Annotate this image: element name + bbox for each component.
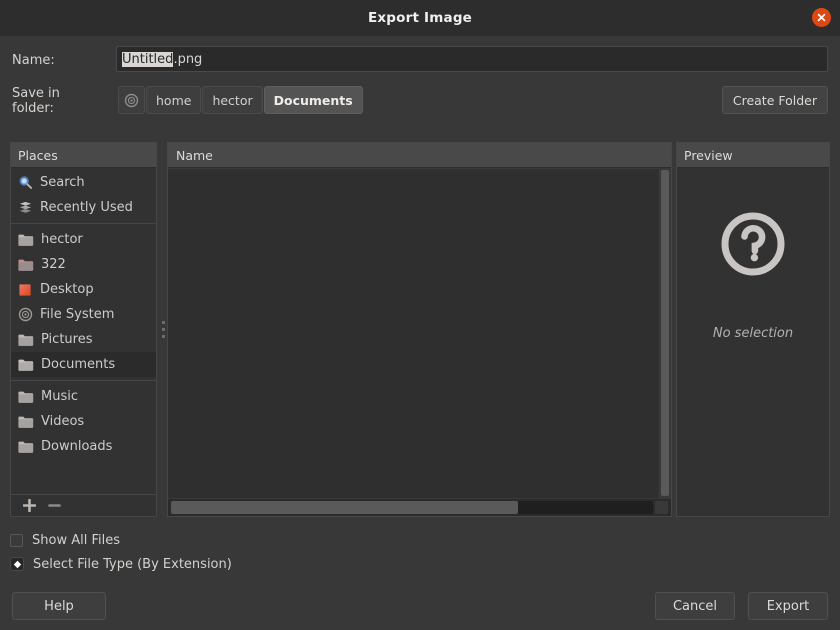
sidebar-item-recently-used[interactable]: Recently Used — [11, 195, 156, 220]
places-header: Places — [11, 143, 156, 168]
file-list-header: Name — [168, 143, 671, 168]
show-all-files-checkbox[interactable] — [10, 533, 23, 547]
sidebar-item-file-system[interactable]: File System — [11, 302, 156, 327]
plus-icon — [23, 499, 36, 512]
breadcrumb-item-documents[interactable]: Documents — [263, 86, 363, 114]
sidebar-label: Downloads — [41, 439, 113, 454]
sidebar-label: Search — [40, 175, 85, 190]
sidebar-label: Videos — [41, 414, 85, 429]
column-header-name[interactable]: Name — [168, 148, 671, 163]
folder-icon — [18, 416, 34, 428]
sidebar-label: Desktop — [40, 282, 94, 297]
select-file-type-row[interactable]: Select File Type (By Extension) — [10, 552, 232, 576]
dialog-body: Name: Untitled .png Save in folder: home … — [0, 36, 840, 630]
folder-red-icon — [18, 259, 34, 271]
places-footer — [11, 494, 156, 516]
file-list-pane: Name — [167, 142, 672, 517]
sidebar-item-desktop[interactable]: Desktop — [11, 277, 156, 302]
sidebar-label: 322 — [41, 257, 66, 272]
breadcrumb-item-home[interactable]: home — [146, 86, 202, 114]
sidebar-item-documents[interactable]: Documents — [11, 352, 156, 377]
filename-rest-text: .png — [173, 51, 203, 67]
folder-icon — [18, 334, 34, 346]
search-icon — [19, 176, 33, 189]
select-file-type-label: Select File Type (By Extension) — [33, 556, 232, 572]
show-all-files-row[interactable]: Show All Files — [10, 528, 232, 552]
sidebar-label: Music — [41, 389, 78, 404]
breadcrumb: home hector Documents — [118, 86, 363, 114]
sidebar-item-322[interactable]: 322 — [11, 252, 156, 277]
recent-icon — [19, 201, 32, 213]
sidebar-item-hector[interactable]: hector — [11, 227, 156, 252]
sidebar-label: Documents — [41, 357, 116, 372]
file-list-body — [168, 168, 671, 498]
sidebar-label: Recently Used — [40, 200, 133, 215]
places-separator — [11, 223, 156, 224]
sidebar-item-pictures[interactable]: Pictures — [11, 327, 156, 352]
name-label: Name: — [12, 52, 55, 68]
desktop-icon — [19, 283, 31, 296]
name-row: Name: Untitled .png — [0, 46, 840, 74]
add-bookmark-button[interactable] — [23, 499, 36, 512]
help-button[interactable]: Help — [12, 592, 106, 620]
sidebar-item-videos[interactable]: Videos — [11, 409, 156, 434]
scrollbar-corner — [655, 501, 668, 514]
breadcrumb-root-button[interactable] — [118, 86, 145, 114]
pane-splitter-handle[interactable] — [159, 142, 167, 517]
places-separator — [11, 380, 156, 381]
filename-input[interactable]: Untitled .png — [116, 46, 828, 72]
panes-container: Places Search Recently Used hector 322 D… — [10, 142, 830, 517]
folder-icon — [18, 234, 34, 246]
window-titlebar: Export Image — [0, 0, 840, 36]
create-folder-button[interactable]: Create Folder — [721, 86, 828, 114]
places-list: Search Recently Used hector 322 Desktop … — [11, 168, 156, 494]
file-list-rows[interactable] — [168, 168, 658, 498]
places-pane: Places Search Recently Used hector 322 D… — [10, 142, 157, 517]
sidebar-label: File System — [40, 307, 115, 322]
splitter-dots-icon — [161, 321, 165, 338]
question-circle-icon — [721, 212, 785, 276]
preview-pane: Preview No selection — [676, 142, 830, 517]
remove-bookmark-button[interactable] — [48, 499, 61, 512]
folder-icon — [18, 441, 34, 453]
filename-selected-text: Untitled — [122, 51, 174, 67]
disc-icon — [18, 307, 33, 322]
cancel-button[interactable]: Cancel — [655, 592, 735, 620]
sidebar-item-music[interactable]: Music — [11, 384, 156, 409]
sidebar-label: Pictures — [41, 332, 93, 347]
horizontal-scrollbar-thumb[interactable] — [171, 501, 519, 514]
preview-caption: No selection — [712, 326, 794, 341]
folder-icon — [18, 359, 34, 371]
save-in-folder-label: Save in folder: — [12, 86, 60, 116]
folder-icon — [18, 391, 34, 403]
file-list-horizontal-scrollbar[interactable] — [168, 498, 671, 516]
sidebar-item-downloads[interactable]: Downloads — [11, 434, 156, 459]
close-button[interactable] — [812, 8, 831, 27]
sidebar-label: hector — [41, 232, 83, 247]
minus-icon — [48, 504, 61, 507]
disc-icon — [124, 93, 139, 107]
export-button[interactable]: Export — [748, 592, 828, 620]
sidebar-item-search[interactable]: Search — [11, 170, 156, 195]
vertical-scrollbar-thumb[interactable] — [661, 170, 669, 496]
preview-header: Preview — [677, 143, 829, 168]
horizontal-scrollbar-track[interactable] — [171, 501, 653, 514]
show-all-files-label: Show All Files — [32, 532, 120, 548]
save-in-folder-row: Save in folder: home hector Documents Cr… — [0, 86, 840, 116]
preview-body: No selection — [677, 168, 829, 516]
chevron-right-icon — [13, 560, 21, 568]
file-list-vertical-scrollbar[interactable] — [658, 168, 671, 498]
breadcrumb-item-hector[interactable]: hector — [202, 86, 263, 114]
dialog-footer: Help Cancel Export — [0, 588, 840, 630]
select-file-type-expander[interactable] — [10, 557, 24, 571]
options-group: Show All Files Select File Type (By Exte… — [10, 528, 232, 576]
close-icon — [817, 13, 826, 22]
window-title: Export Image — [367, 10, 473, 26]
